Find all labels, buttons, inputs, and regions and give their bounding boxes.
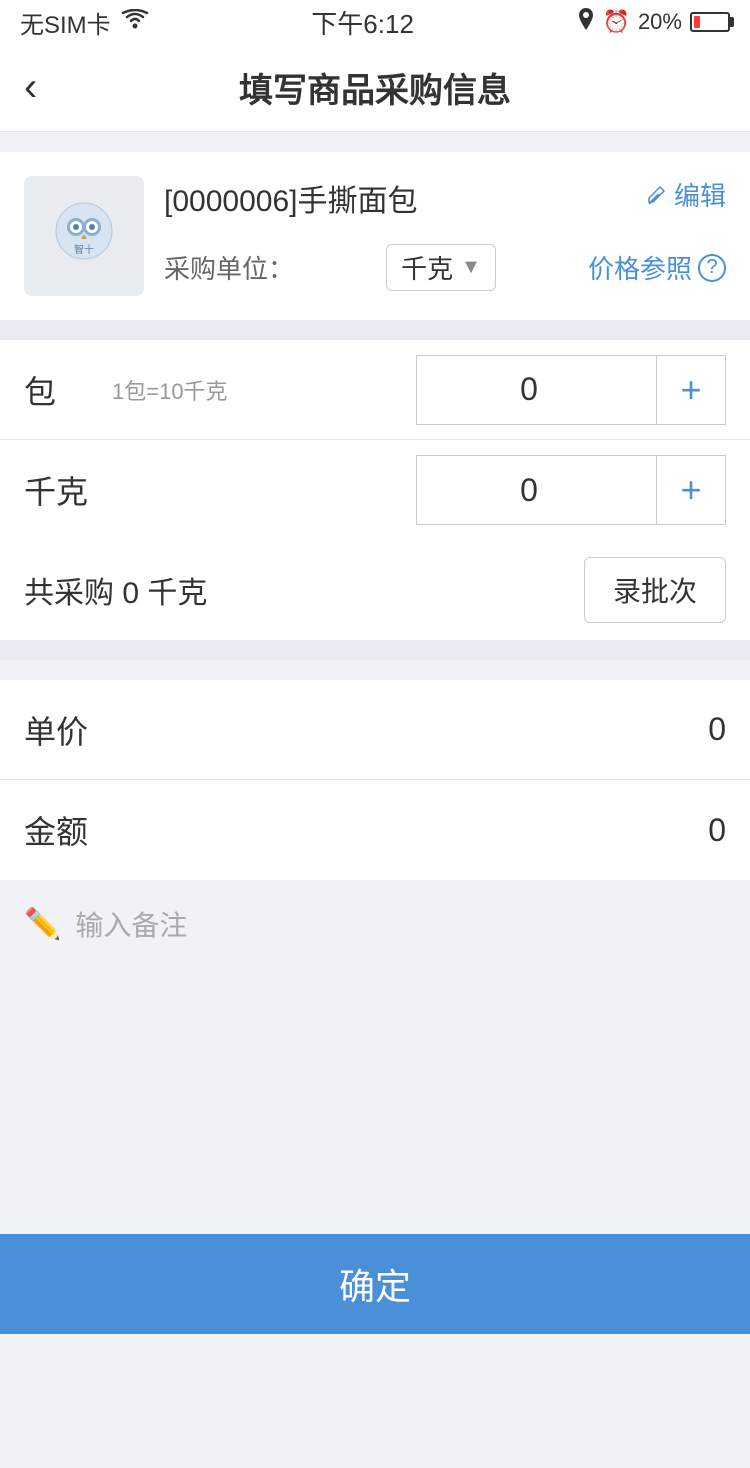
amount-value: 0 bbox=[708, 812, 726, 849]
unit-price-label: 单价 bbox=[24, 707, 88, 753]
unit-price-row: 单价 0 bbox=[0, 680, 750, 780]
chevron-down-icon: ▼ bbox=[461, 256, 481, 279]
bao-plus-button[interactable]: + bbox=[656, 355, 726, 425]
edit-button[interactable]: 编辑 bbox=[645, 176, 726, 213]
product-card: 智十 [0000006]手撕面包 编辑 采购单位： 千克 bbox=[0, 152, 750, 320]
status-bar: 无SIM卡 下午6:12 ⏰ 20% bbox=[0, 0, 750, 44]
input-section: 包 1包=10千克 + 千克 + bbox=[0, 340, 750, 540]
kg-input-row: 千克 + bbox=[0, 440, 750, 540]
summary-row: 共采购 0 千克 录批次 bbox=[0, 540, 750, 640]
carrier-text: 无SIM卡 bbox=[20, 5, 111, 40]
unit-select[interactable]: 千克 ▼ bbox=[386, 244, 496, 291]
back-button[interactable]: ‹ bbox=[24, 65, 37, 110]
bao-input-row: 包 1包=10千克 + bbox=[0, 340, 750, 440]
bao-label: 包 bbox=[24, 367, 104, 413]
product-logo: 智十 bbox=[54, 201, 114, 271]
page-header: ‹ 填写商品采购信息 bbox=[0, 44, 750, 132]
remark-section[interactable]: ✏️ 输入备注 bbox=[0, 880, 750, 968]
wifi-icon bbox=[121, 8, 149, 36]
bao-input[interactable] bbox=[416, 355, 656, 425]
product-name: [0000006]手撕面包 bbox=[164, 176, 645, 220]
remark-placeholder: 输入备注 bbox=[75, 904, 187, 944]
section-divider-2 bbox=[0, 640, 750, 660]
alarm-icon: ⏰ bbox=[603, 9, 630, 35]
bao-sublabel: 1包=10千克 bbox=[112, 374, 228, 406]
price-ref-button[interactable]: 价格参照 ? bbox=[588, 249, 726, 286]
product-image: 智十 bbox=[24, 176, 144, 296]
batch-button[interactable]: 录批次 bbox=[584, 557, 726, 623]
page-title: 填写商品采购信息 bbox=[239, 63, 511, 112]
kg-plus-button[interactable]: + bbox=[656, 455, 726, 525]
svg-text:智十: 智十 bbox=[74, 243, 94, 256]
info-section: 单价 0 金额 0 bbox=[0, 680, 750, 880]
amount-label: 金额 bbox=[24, 807, 88, 853]
unit-value: 千克 bbox=[401, 249, 453, 286]
amount-row: 金额 0 bbox=[0, 780, 750, 880]
status-left: 无SIM卡 bbox=[20, 5, 149, 40]
kg-input[interactable] bbox=[416, 455, 656, 525]
unit-price-value: 0 bbox=[708, 711, 726, 748]
time-text: 下午6:12 bbox=[311, 4, 414, 41]
unit-label: 采购单位： bbox=[164, 249, 294, 286]
battery-icon bbox=[690, 12, 730, 32]
section-divider-1 bbox=[0, 320, 750, 340]
confirm-button[interactable]: 确定 bbox=[0, 1234, 750, 1334]
product-info: [0000006]手撕面包 编辑 采购单位： 千克 ▼ 价格参照 ? bbox=[164, 176, 726, 291]
kg-label: 千克 bbox=[24, 467, 104, 513]
status-right: ⏰ 20% bbox=[577, 8, 730, 36]
summary-text: 共采购 0 千克 bbox=[24, 568, 207, 612]
help-icon: ? bbox=[698, 254, 726, 282]
location-icon bbox=[577, 8, 595, 36]
battery-percent: 20% bbox=[638, 9, 682, 35]
pencil-icon: ✏️ bbox=[24, 907, 61, 942]
